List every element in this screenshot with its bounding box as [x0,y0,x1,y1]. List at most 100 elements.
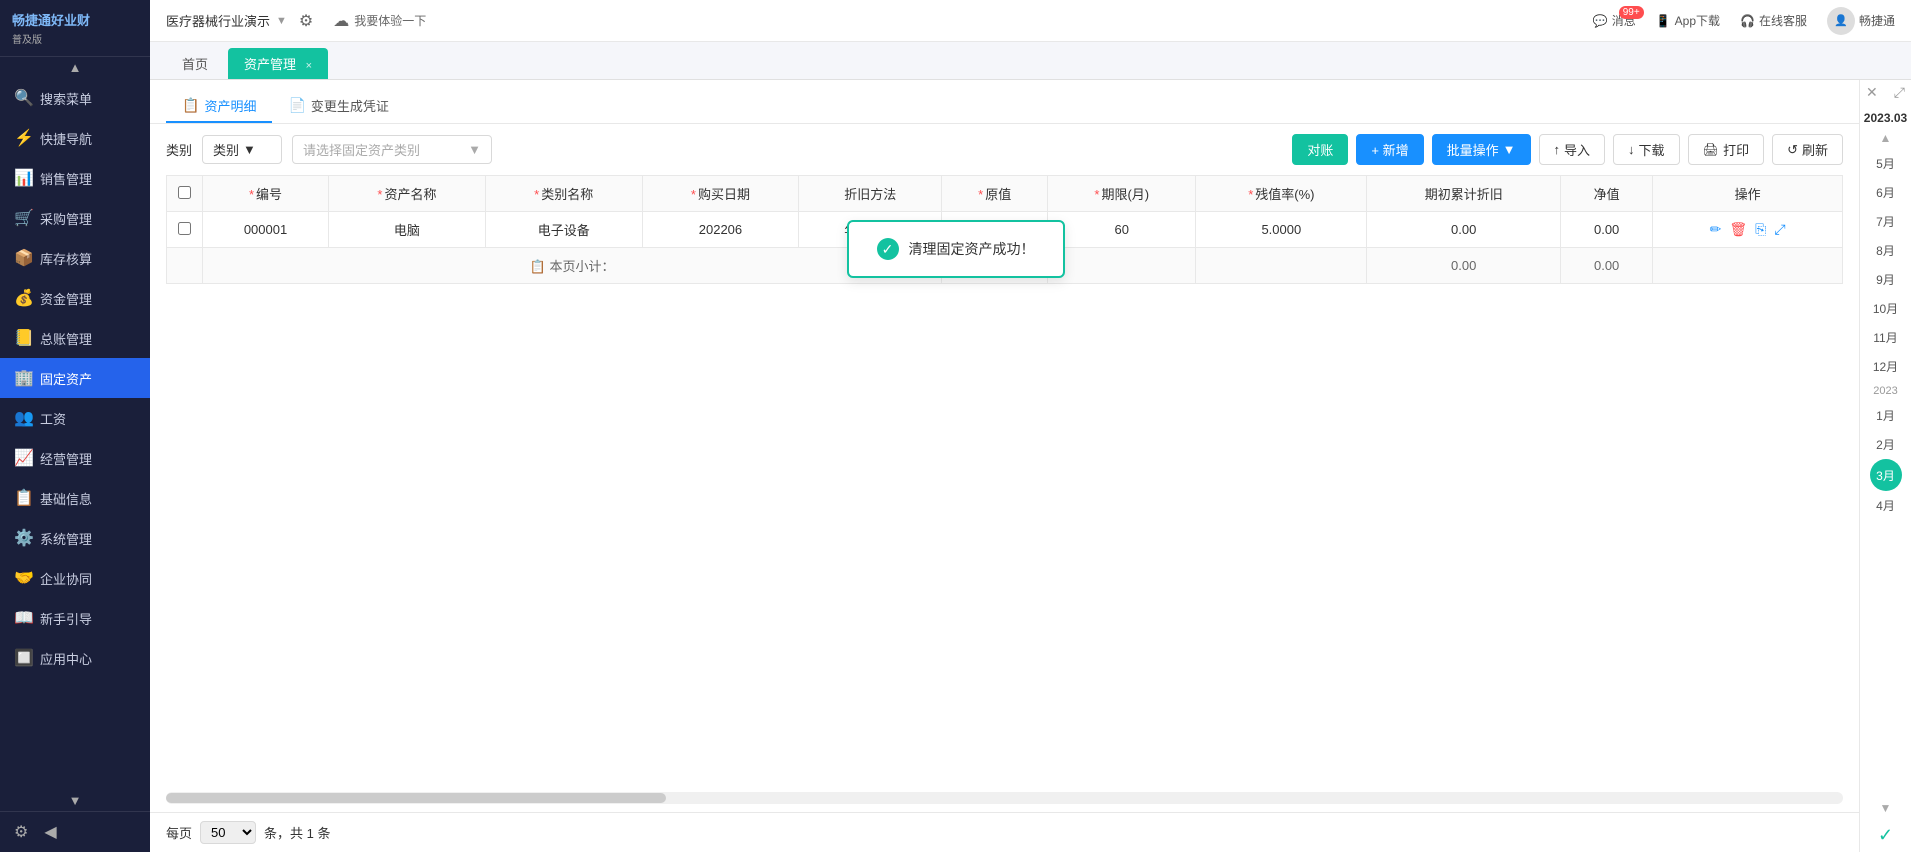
sidebar-item-app-center[interactable]: 🔲 应用中心 [0,638,150,678]
rp-month-8[interactable]: 8月 [1860,236,1911,265]
sidebar-item-enterprise[interactable]: 🤝 企业协同 [0,558,150,598]
app-title: 畅捷通好业财 [12,10,138,29]
category-select-arrow: ▼ [243,142,256,157]
batch-ops-button[interactable]: 批量操作 ▼ [1432,134,1531,165]
sidebar-item-fixed-assets[interactable]: 🏢 固定资产 [0,358,150,398]
more-icon[interactable]: ⤢ [1774,221,1785,238]
settings-icon[interactable]: ⚙ [14,822,28,842]
tab-asset-management[interactable]: 资产管理 × [228,48,328,79]
sidebar-item-funds[interactable]: 💰 资金管理 [0,278,150,318]
rp-month-12[interactable]: 12月 [1860,352,1911,381]
operations-icon: 📈 [14,448,32,468]
rp-month-3-active[interactable]: 3月 [1870,459,1902,491]
per-page-select[interactable]: 50 20 100 [200,821,256,844]
user-profile[interactable]: 👤 畅捷通 [1827,7,1895,35]
company-name: 医疗器械行业演示 [166,11,270,30]
cell-net-value: 0.00 [1561,212,1653,248]
app-download-btn[interactable]: 📱 App下载 [1656,12,1720,29]
rp-month-1[interactable]: 1月 [1860,401,1911,430]
message-btn[interactable]: 💬 消息 99+ [1593,12,1636,29]
main-area: 医疗器械行业演示 ▼ ⚙ ☁ 我要体验一下 💬 消息 99+ 📱 App下载 🎧… [150,0,1911,852]
rp-month-6[interactable]: 6月 [1860,178,1911,207]
app-subtitle: 普及版 [12,31,138,46]
new-button[interactable]: + 新增 [1356,134,1423,165]
rp-month-5[interactable]: 5月 [1860,149,1911,178]
import-icon: ↑ [1554,142,1561,157]
sidebar-item-purchase[interactable]: 🛒 采购管理 [0,198,150,238]
category-filter-select[interactable]: 类别 ▼ [202,135,282,164]
sidebar-item-sales[interactable]: 📊 销售管理 [0,158,150,198]
rp-month-9[interactable]: 9月 [1860,265,1911,294]
sidebar-item-general-ledger-label: 总账管理 [40,329,92,348]
col-checkbox [167,176,203,212]
copy-icon[interactable]: ⎘ [1755,221,1766,238]
company-selector[interactable]: 医疗器械行业演示 ▼ [166,11,287,30]
cell-original-value [942,212,1048,248]
import-button[interactable]: ↑ 导入 [1539,134,1606,165]
sidebar-scroll-down[interactable]: ▼ [0,790,150,811]
rp-month-11[interactable]: 11月 [1860,323,1911,352]
settings-gear-icon[interactable]: ⚙ [299,11,313,31]
collapse-icon[interactable]: ◀ [44,822,56,842]
print-button[interactable]: 🖨 打印 [1688,134,1765,165]
sales-icon: 📊 [14,168,32,188]
rp-scroll-up-btn[interactable]: ▲ [1860,127,1911,149]
edit-icon[interactable]: ✏ [1710,221,1722,238]
delete-icon[interactable]: 🗑 [1729,221,1747,238]
col-original-value: *原值 [942,176,1048,212]
subtotal-initial: 0.00 [1367,248,1561,284]
sub-tab-asset-detail[interactable]: 📋 资产明细 [166,90,272,123]
message-icon: 💬 [1593,14,1608,28]
category-type-placeholder: 请选择固定资产类别 [303,140,420,159]
app-download-label: App下载 [1675,12,1720,29]
cell-initial-accumulated: 0.00 [1367,212,1561,248]
rp-expand-btn[interactable]: ⤢ [1894,84,1905,101]
subtotal-icon: 📋 [530,259,546,274]
rp-month-7[interactable]: 7月 [1860,207,1911,236]
sidebar-item-search[interactable]: 🔍 搜索菜单 [0,78,150,118]
batch-ops-label: 批量操作 [1447,140,1499,159]
tab-home[interactable]: 首页 [166,48,224,79]
sidebar-item-general-ledger[interactable]: 📒 总账管理 [0,318,150,358]
sidebar-item-payroll[interactable]: 👥 工资 [0,398,150,438]
subtotal-text: 本页小计： [550,259,615,274]
sidebar-item-guide[interactable]: 📖 新手引导 [0,598,150,638]
sidebar-item-operations[interactable]: 📈 经营管理 [0,438,150,478]
row-checkbox[interactable] [178,222,191,235]
batch-ops-arrow: ▼ [1503,142,1516,157]
rp-scroll-down-btn[interactable]: ▼ [1860,797,1911,819]
subtotal-label: 📋 本页小计： [203,248,942,284]
refresh-button[interactable]: ↺ 刷新 [1772,134,1843,165]
category-type-select[interactable]: 请选择固定资产类别 ▼ [292,135,492,164]
col-name: *资产名称 [329,176,486,212]
category-type-arrow: ▼ [468,142,481,157]
sidebar-item-basic-info[interactable]: 📋 基础信息 [0,478,150,518]
sidebar-scroll-up[interactable]: ▲ [0,57,150,78]
sidebar-item-quick-nav[interactable]: ⚡ 快捷导航 [0,118,150,158]
inventory-icon: 📦 [14,248,32,268]
experience-btn[interactable]: ☁ 我要体验一下 [333,11,426,31]
rp-close-btn[interactable]: ✕ [1866,84,1878,101]
cell-actions: ✏ 🗑 ⎘ ⤢ [1653,212,1843,248]
rp-month-2[interactable]: 2月 [1860,430,1911,459]
row-checkbox-cell [167,212,203,248]
subtotal-original: 0.00 [942,248,1048,284]
new-label: + 新增 [1371,140,1408,159]
quick-nav-icon: ⚡ [14,128,32,148]
subtotal-actions [1653,248,1843,284]
pagination-total: 条，共 1 条 [264,823,330,842]
sidebar-item-system[interactable]: ⚙️ 系统管理 [0,518,150,558]
sub-tab-change-voucher[interactable]: 📄 变更生成凭证 [272,90,404,123]
sidebar-item-inventory[interactable]: 📦 库存核算 [0,238,150,278]
tab-close-icon[interactable]: × [306,60,312,72]
select-all-checkbox[interactable] [178,186,191,199]
online-service-btn[interactable]: 🎧 在线客服 [1740,12,1807,29]
horizontal-scrollbar[interactable] [166,792,1843,804]
download-button[interactable]: ↓ 下载 [1613,134,1680,165]
assets-table: *编号 *资产名称 *类别名称 *购买日期 折旧方法 *原值 *期限(月) *残… [166,175,1843,284]
rp-month-10[interactable]: 10月 [1860,294,1911,323]
cell-residual-rate: 5.0000 [1196,212,1367,248]
reconcile-button[interactable]: 对账 [1292,134,1348,165]
sidebar-item-operations-label: 经营管理 [40,449,92,468]
rp-month-4[interactable]: 4月 [1860,491,1911,520]
